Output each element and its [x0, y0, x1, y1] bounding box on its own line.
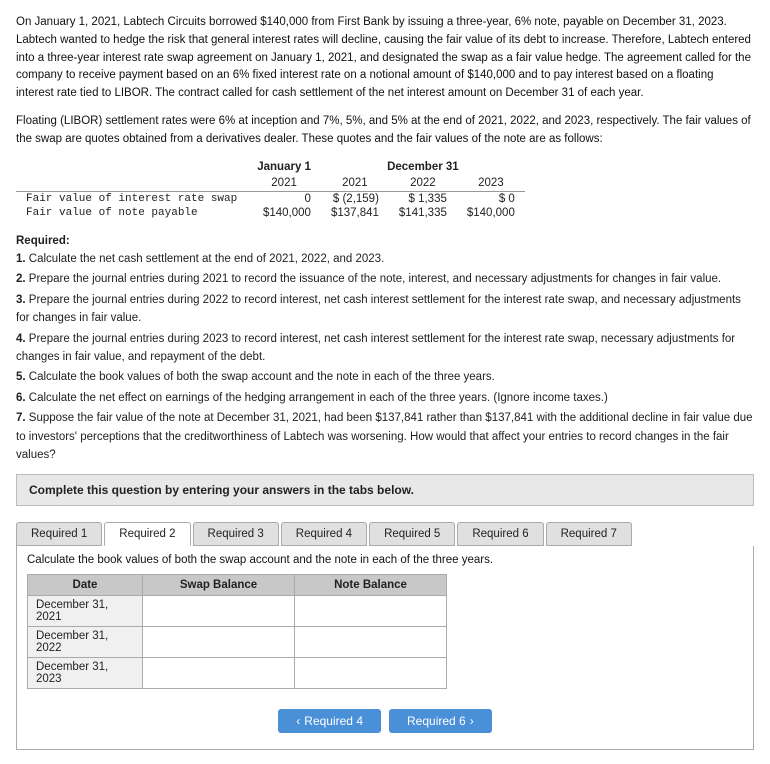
required-item-6: 6. Calculate the net effect on earnings …: [16, 389, 754, 407]
answer-note-2[interactable]: [295, 627, 447, 658]
required-item-5: 5. Calculate the book values of both the…: [16, 368, 754, 386]
tab-required2[interactable]: Required 2: [104, 522, 190, 546]
tab-content: Calculate the book values of both the sw…: [16, 546, 754, 750]
intro-paragraph1: On January 1, 2021, Labtech Circuits bor…: [16, 14, 754, 103]
tab-required3[interactable]: Required 3: [193, 522, 279, 546]
answer-col-date: Date: [28, 575, 143, 596]
prev-arrow-icon: ‹: [296, 714, 300, 728]
fair-value-table: January 1 December 31 2021 2021 2022 202…: [16, 159, 525, 220]
row2-dec2022: $141,335: [389, 206, 457, 220]
tab5-question: Calculate the book values of both the sw…: [27, 554, 743, 566]
answer-row-3: December 31, 2023: [28, 658, 447, 689]
complete-box: Complete this question by entering your …: [16, 474, 754, 506]
answer-note-3[interactable]: [295, 658, 447, 689]
row2-dec2023: $140,000: [457, 206, 525, 220]
sub-col-dec2021: 2021: [321, 175, 389, 192]
intro-paragraph2: Floating (LIBOR) settlement rates were 6…: [16, 113, 754, 149]
required-section: Required: 1. Calculate the net cash sett…: [16, 232, 754, 465]
prev-button-label: Required 4: [304, 714, 363, 728]
row2-jan2021: $140,000: [247, 206, 321, 220]
next-button[interactable]: Required 6 ›: [389, 709, 492, 733]
answer-col-swap: Swap Balance: [143, 575, 295, 596]
answer-date-3: December 31, 2023: [28, 658, 143, 689]
required-item-2: 2. Prepare the journal entries during 20…: [16, 270, 754, 288]
table-row: Fair value of interest rate swap 0 $ (2,…: [16, 191, 525, 206]
row1-dec2023: $ 0: [457, 191, 525, 206]
tab-required7[interactable]: Required 7: [546, 522, 632, 546]
note-input-3[interactable]: [303, 667, 438, 679]
tab-required6[interactable]: Required 6: [457, 522, 543, 546]
sub-col-jan2021: 2021: [247, 175, 321, 192]
prev-button[interactable]: ‹ Required 4: [278, 709, 381, 733]
note-input-1[interactable]: [303, 605, 438, 617]
required-item-1: 1. Calculate the net cash settlement at …: [16, 250, 754, 268]
tab-required5[interactable]: Required 5: [369, 522, 455, 546]
sub-col-dec2023: 2023: [457, 175, 525, 192]
swap-input-2[interactable]: [151, 636, 286, 648]
answer-note-1[interactable]: [295, 596, 447, 627]
answer-col-note: Note Balance: [295, 575, 447, 596]
required-item-7: 7. Suppose the fair value of the note at…: [16, 409, 754, 464]
table-row: Fair value of note payable $140,000 $137…: [16, 206, 525, 220]
row1-label: Fair value of interest rate swap: [16, 191, 247, 206]
tab-required1[interactable]: Required 1: [16, 522, 102, 546]
answer-date-1: December 31, 2021: [28, 596, 143, 627]
swap-input-1[interactable]: [151, 605, 286, 617]
required-item-3: 3. Prepare the journal entries during 20…: [16, 291, 754, 328]
complete-title: Complete this question by entering your …: [29, 483, 414, 497]
answer-swap-3[interactable]: [143, 658, 295, 689]
answer-table: Date Swap Balance Note Balance December …: [27, 574, 447, 689]
next-button-label: Required 6: [407, 714, 466, 728]
swap-input-3[interactable]: [151, 667, 286, 679]
nav-buttons: ‹ Required 4 Required 6 ›: [27, 703, 743, 739]
required-title: Required:: [16, 235, 70, 247]
note-input-2[interactable]: [303, 636, 438, 648]
answer-row-2: December 31, 2022: [28, 627, 447, 658]
next-arrow-icon: ›: [470, 714, 474, 728]
answer-swap-1[interactable]: [143, 596, 295, 627]
row2-dec2021: $137,841: [321, 206, 389, 220]
answer-date-2: December 31, 2022: [28, 627, 143, 658]
row1-dec2022: $ 1,335: [389, 191, 457, 206]
row1-jan2021: 0: [247, 191, 321, 206]
answer-row-1: December 31, 2021: [28, 596, 447, 627]
answer-swap-2[interactable]: [143, 627, 295, 658]
col-header-dec: December 31: [321, 159, 525, 175]
required-item-4: 4. Prepare the journal entries during 20…: [16, 330, 754, 367]
row1-dec2021: $ (2,159): [321, 191, 389, 206]
row2-label: Fair value of note payable: [16, 206, 247, 220]
tab-required4[interactable]: Required 4: [281, 522, 367, 546]
col-header-jan: January 1: [247, 159, 321, 175]
sub-col-dec2022: 2022: [389, 175, 457, 192]
tabs-row: Required 1 Required 2 Required 3 Require…: [16, 516, 754, 546]
